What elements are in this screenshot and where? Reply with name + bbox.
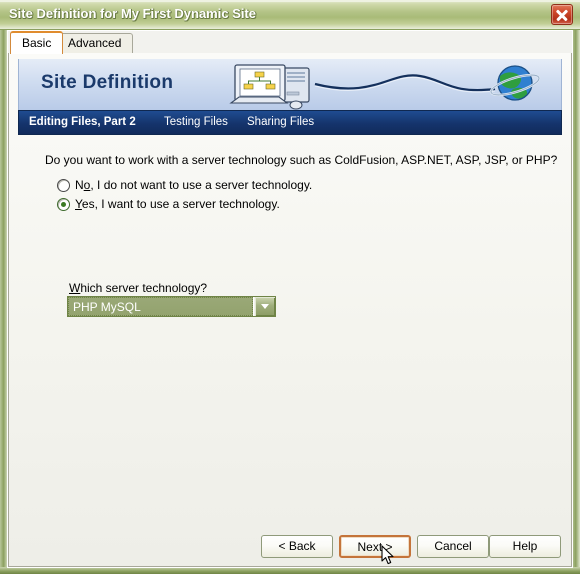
tab-basic-label: Basic <box>22 36 52 50</box>
site-definition-dialog: Site Definition for My First Dynamic Sit… <box>0 0 580 574</box>
server-technology-select-value[interactable]: PHP MySQL <box>68 297 253 316</box>
select-label-accelerator: W <box>69 281 81 295</box>
window-frame-bottom <box>0 567 580 574</box>
tab-strip: Basic Advanced <box>8 31 572 54</box>
radio-no-label: , I do not want to use a server technolo… <box>90 178 313 192</box>
banner-title: Site Definition <box>41 72 174 93</box>
radio-no-indicator <box>57 179 70 192</box>
chevron-down-icon[interactable] <box>254 297 275 316</box>
radio-yes-server-technology[interactable]: Yes, I want to use a server technology. <box>57 196 280 212</box>
help-button[interactable]: Help <box>489 535 561 558</box>
step-editing-files-part-2[interactable]: Editing Files, Part 2 <box>29 116 136 128</box>
window-frame-right <box>572 30 580 574</box>
step-sharing-files[interactable]: Sharing Files <box>247 116 314 128</box>
chevron-down-glyph <box>261 304 269 309</box>
title-bar[interactable]: Site Definition for My First Dynamic Sit… <box>0 0 580 30</box>
wizard-step-bar: Editing Files, Part 2 Testing Files Shar… <box>18 110 562 135</box>
step-testing-files[interactable]: Testing Files <box>164 116 228 128</box>
server-technology-question: Do you want to work with a server techno… <box>45 153 558 167</box>
back-button-label: < Back <box>278 539 316 553</box>
radio-no-server-technology[interactable]: No, I do not want to use a server techno… <box>57 177 312 193</box>
dialog-panel: Site Definition Editing Files, Part 2 Te… <box>8 53 572 567</box>
next-button[interactable]: Next > <box>339 535 411 558</box>
select-label-rest: hich server technology? <box>80 281 208 295</box>
computer-connected-to-globe-icon <box>229 64 541 110</box>
server-technology-select-label: Which server technology? <box>69 281 207 295</box>
radio-yes-accelerator: Y <box>75 197 82 211</box>
title-bar-highlight <box>0 0 580 2</box>
tab-advanced-label: Advanced <box>68 36 122 50</box>
cancel-button-label: Cancel <box>434 539 472 553</box>
cancel-button[interactable]: Cancel <box>417 535 489 558</box>
close-icon[interactable] <box>551 4 573 25</box>
wizard-banner: Site Definition <box>18 59 562 110</box>
radio-yes-label: es, I want to use a server technology. <box>81 197 280 211</box>
server-technology-select[interactable]: PHP MySQL <box>67 296 276 317</box>
window-title: Site Definition for My First Dynamic Sit… <box>9 6 257 21</box>
radio-no-prefix: N <box>75 178 84 192</box>
help-button-label: Help <box>512 539 538 553</box>
tab-advanced[interactable]: Advanced <box>56 33 134 53</box>
tab-basic[interactable]: Basic <box>10 31 64 54</box>
next-button-label: Next > <box>357 540 393 554</box>
back-button[interactable]: < Back <box>261 535 333 558</box>
window-frame-left <box>0 30 8 574</box>
radio-yes-indicator <box>57 198 70 211</box>
